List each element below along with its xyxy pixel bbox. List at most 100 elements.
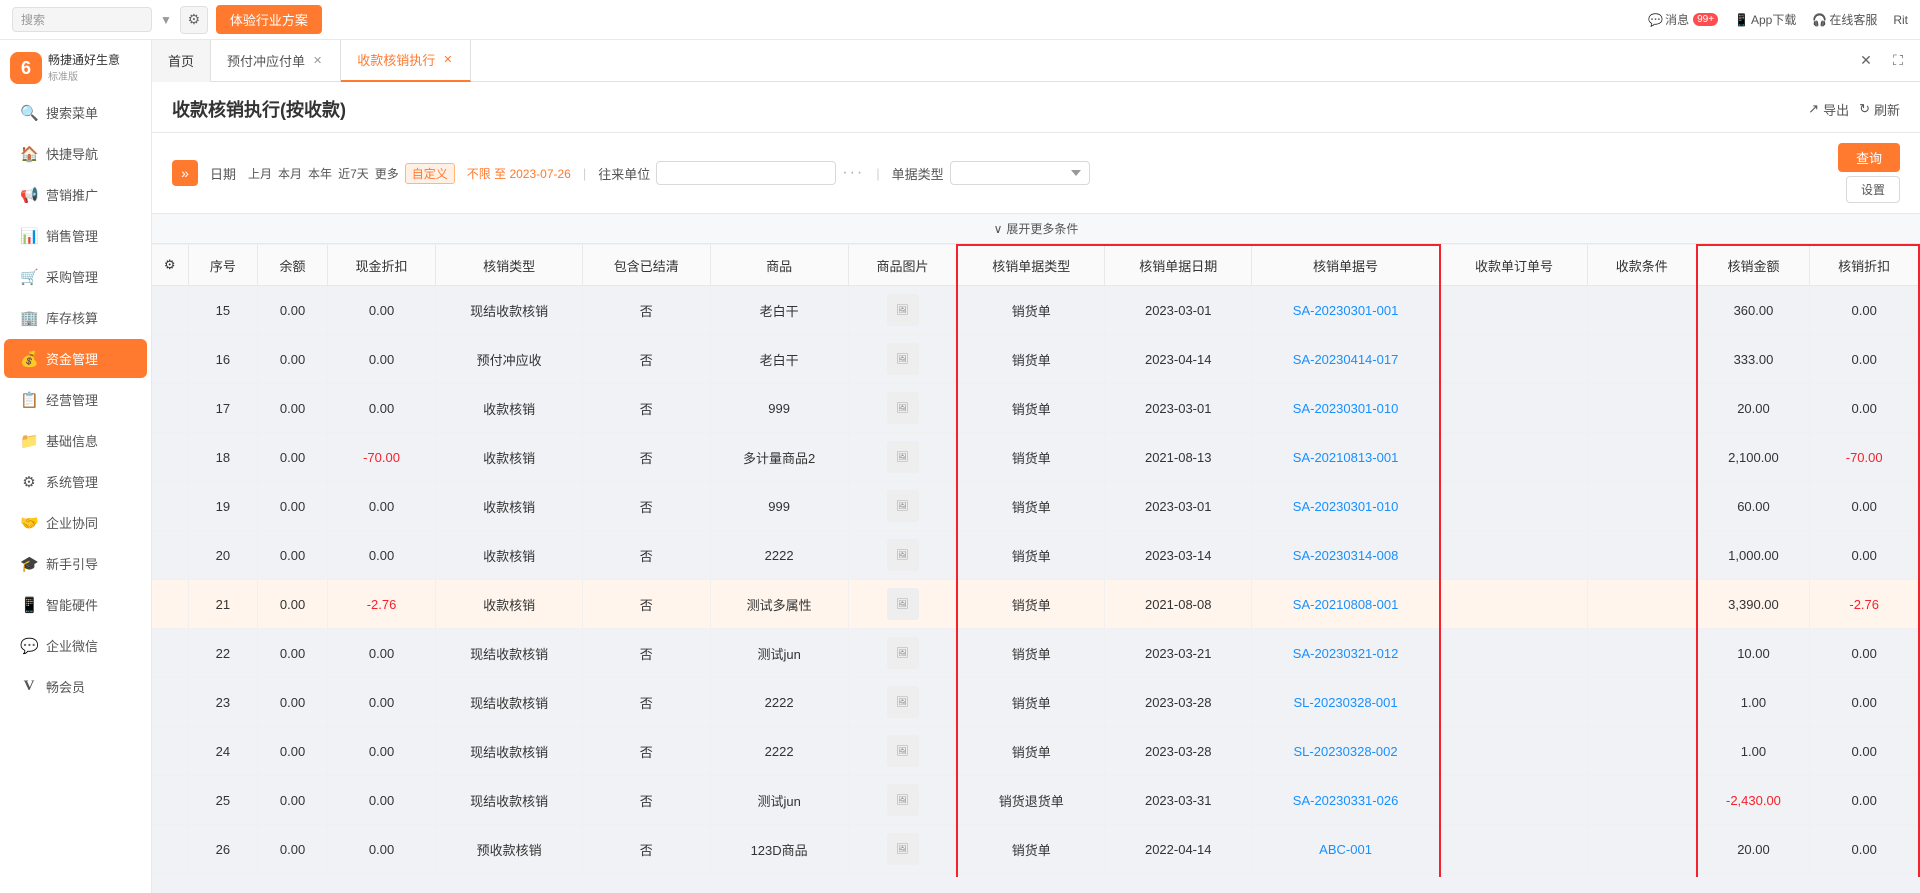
tab-collection-close[interactable]: ✕ — [441, 52, 454, 67]
balance-cell: 0.00 — [258, 482, 328, 531]
writeoff-doc-no-cell[interactable]: ABC-001 — [1252, 825, 1440, 874]
app-download-link[interactable]: 📱 App下载 — [1734, 11, 1796, 28]
table-row: 23 0.00 0.00 现结收款核销 否 2222 🖼 销货单 2023-03… — [152, 678, 1919, 727]
gear-icon[interactable]: ⚙ — [180, 6, 208, 34]
receipt-order-no-cell — [1440, 874, 1588, 878]
balance-cell: 0.00 — [258, 776, 328, 825]
goods-cell: 2222 — [710, 678, 848, 727]
balance-cell: 0.00 — [258, 727, 328, 776]
seq-cell: 27 — [188, 874, 258, 878]
sidebar-item-quick-nav[interactable]: 🏠 快捷导航 — [4, 134, 147, 173]
close-all-icon[interactable]: ✕ — [1852, 47, 1880, 75]
col-header-receipt-condition: 收款条件 — [1588, 245, 1697, 286]
writeoff-doc-date-cell: 2023-04-08 — [1105, 874, 1252, 878]
writeoff-type-cell: 现结收款核销 — [436, 678, 583, 727]
from-unit-dots[interactable]: ··· — [842, 164, 864, 182]
tab-prepay-close[interactable]: ✕ — [311, 53, 324, 68]
date-custom-tag[interactable]: 自定义 — [405, 163, 455, 184]
writeoff-doc-type-cell: 销货单 — [957, 482, 1105, 531]
seq-cell: 21 — [188, 580, 258, 629]
cash-discount-cell: 0.00 — [327, 678, 435, 727]
sidebar-item-inventory[interactable]: 🏢 库存核算 — [4, 298, 147, 337]
sidebar-item-sales[interactable]: 📊 销售管理 — [4, 216, 147, 255]
query-btn[interactable]: 查询 — [1838, 143, 1900, 172]
writeoff-doc-no-cell[interactable]: SA-20230314-008 — [1252, 531, 1440, 580]
filter-toggle-btn[interactable]: » — [172, 160, 198, 186]
sidebar-item-basic-info[interactable]: 📁 基础信息 — [4, 421, 147, 460]
writeoff-doc-no-cell[interactable]: SA-20210808-001 — [1252, 580, 1440, 629]
date-this-month[interactable]: 本月 — [278, 165, 302, 182]
goods-image-cell: 🖼 — [848, 335, 957, 384]
chevron-icon: ▼ — [160, 13, 172, 27]
sidebar-item-smart-hw[interactable]: 📱 智能硬件 — [4, 585, 147, 624]
sidebar-item-newbie[interactable]: 🎓 新手引导 — [4, 544, 147, 583]
date-7days[interactable]: 近7天 — [338, 165, 369, 182]
export-btn[interactable]: ↗ 导出 — [1808, 100, 1849, 119]
date-this-year[interactable]: 本年 — [308, 165, 332, 182]
sidebar-item-marketing[interactable]: 📢 营销推广 — [4, 175, 147, 214]
col-header-include-settled: 包含已结清 — [582, 245, 710, 286]
doc-type-select[interactable] — [950, 161, 1090, 185]
writeoff-doc-no-cell[interactable]: SA-20230301-010 — [1252, 384, 1440, 433]
col-header-gear[interactable]: ⚙ — [152, 245, 188, 286]
goods-cell: 老白干 — [710, 335, 848, 384]
writeoff-doc-no-cell[interactable]: SA-20230321-012 — [1252, 629, 1440, 678]
writeoff-type-cell: 预付冲应收 — [436, 335, 583, 384]
writeoff-doc-no-cell[interactable]: SA-20210813-001 — [1252, 433, 1440, 482]
message-link[interactable]: 💬 消息 99+ — [1648, 11, 1718, 28]
sidebar-item-search-menu[interactable]: 🔍 搜索菜单 — [4, 93, 147, 132]
seq-cell: 20 — [188, 531, 258, 580]
tab-collection-label: 收款核销执行 — [357, 50, 435, 69]
date-last-month[interactable]: 上月 — [248, 165, 272, 182]
sidebar-label-newbie: 新手引导 — [46, 554, 98, 573]
sidebar-label-inventory: 库存核算 — [46, 308, 98, 327]
topbar-search-input[interactable]: 搜索 — [12, 7, 152, 32]
sidebar-item-finance[interactable]: 💰 资金管理 — [4, 339, 147, 378]
tab-home[interactable]: 首页 — [152, 40, 211, 82]
tab-collection[interactable]: 收款核销执行 ✕ — [341, 40, 471, 82]
include-settled-cell: 否 — [582, 874, 710, 878]
cash-discount-cell: 0.00 — [327, 776, 435, 825]
seq-cell: 19 — [188, 482, 258, 531]
receipt-order-no-cell — [1440, 433, 1588, 482]
writeoff-doc-date-cell: 2023-03-01 — [1105, 482, 1252, 531]
expand-tabs-icon[interactable]: ⛶ — [1884, 47, 1912, 75]
writeoff-doc-date-cell: 2022-04-14 — [1105, 825, 1252, 874]
writeoff-doc-type-cell: 销货单 — [957, 629, 1105, 678]
tab-prepay[interactable]: 预付冲应付单 ✕ — [211, 40, 341, 82]
writeoff-discount-cell: -2.76 — [1810, 580, 1919, 629]
include-settled-cell: 否 — [582, 433, 710, 482]
seq-cell: 16 — [188, 335, 258, 384]
goods-image-cell: 🖼 — [848, 531, 957, 580]
setting-btn[interactable]: 设置 — [1846, 176, 1900, 203]
table-scroll-area[interactable]: ⚙ 序号 余额 现金折扣 核销类型 包含已结清 商品 商品图片 核销单据类型 核… — [152, 244, 1920, 877]
writeoff-doc-no-cell[interactable]: SA-20230414-017 — [1252, 335, 1440, 384]
sidebar-label-enterprise: 企业协同 — [46, 513, 98, 532]
sidebar-item-management[interactable]: 📋 经营管理 — [4, 380, 147, 419]
writeoff-doc-no-cell[interactable]: SA-20230331-026 — [1252, 776, 1440, 825]
refresh-btn[interactable]: ↻ 刷新 — [1859, 100, 1900, 119]
writeoff-doc-no-cell[interactable]: SL-20230328-002 — [1252, 727, 1440, 776]
sidebar-item-vip[interactable]: V 畅会员 — [4, 667, 147, 706]
writeoff-doc-no-cell[interactable]: SA-20230301-001 — [1252, 286, 1440, 335]
date-more[interactable]: 更多 — [375, 165, 399, 182]
writeoff-doc-type-cell: 销货单 — [957, 874, 1105, 878]
industry-btn[interactable]: 体验行业方案 — [216, 5, 322, 34]
col-header-writeoff-doc-date: 核销单据日期 — [1105, 245, 1252, 286]
writeoff-doc-no-cell[interactable]: SL-20230408-001 — [1252, 874, 1440, 878]
user-name[interactable]: Rit — [1893, 13, 1908, 27]
sidebar-item-system[interactable]: ⚙ 系统管理 — [4, 462, 147, 501]
sidebar-item-purchase[interactable]: 🛒 采购管理 — [4, 257, 147, 296]
online-service-link[interactable]: 🎧 在线客服 — [1812, 11, 1877, 28]
receipt-condition-cell — [1588, 433, 1697, 482]
sidebar-item-enterprise[interactable]: 🤝 企业协同 — [4, 503, 147, 542]
expand-bar-btn[interactable]: ∨ 展开更多条件 — [994, 220, 1079, 237]
table-gear-icon[interactable]: ⚙ — [164, 257, 176, 272]
col-header-seq: 序号 — [188, 245, 258, 286]
from-unit-input[interactable] — [656, 161, 836, 185]
writeoff-doc-no-cell[interactable]: SA-20230301-010 — [1252, 482, 1440, 531]
writeoff-doc-no-cell[interactable]: SL-20230328-001 — [1252, 678, 1440, 727]
message-icon: 💬 — [1648, 13, 1663, 27]
sidebar-label-sales: 销售管理 — [46, 226, 98, 245]
sidebar-item-wechat[interactable]: 💬 企业微信 — [4, 626, 147, 665]
